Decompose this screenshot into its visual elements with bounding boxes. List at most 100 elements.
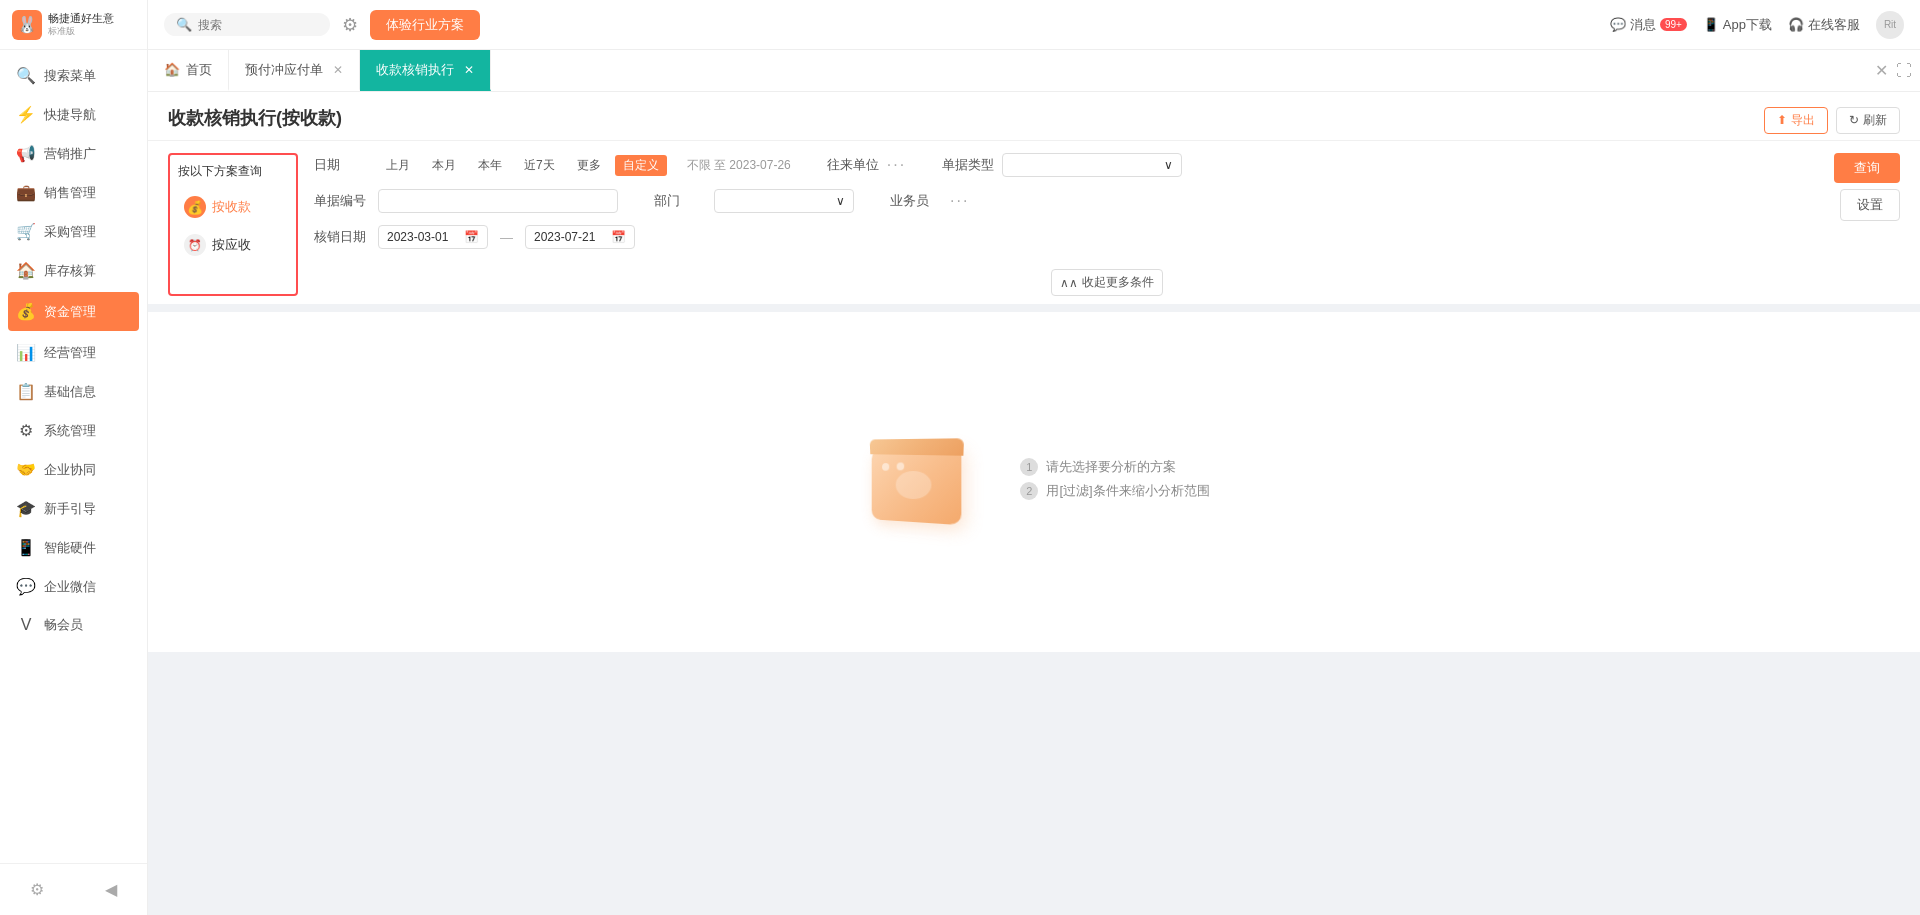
calendar-start-icon: 📅	[464, 230, 479, 244]
bill-no-input[interactable]	[378, 189, 618, 213]
date-btn-custom[interactable]: 自定义	[615, 155, 667, 176]
topbar-gear-icon[interactable]: ⚙	[342, 14, 358, 36]
page-content: 收款核销执行(按收款) ⬆ 导出 ↻ 刷新 按以下方案查询 💰 按收款	[148, 92, 1920, 915]
app-logo: 🐰 畅捷通好生意 标准版	[0, 0, 147, 50]
empty-illustration	[858, 427, 988, 537]
refresh-btn[interactable]: ↻ 刷新	[1836, 107, 1900, 134]
sidebar-icon-8: 📋	[16, 382, 36, 401]
sidebar-menu: 🔍搜索菜单⚡快捷导航📢营销推广💼销售管理🛒采购管理 🏠 库存核算 💰资金管理 📊 经营管理…	[0, 50, 147, 863]
sidebar-label-13: 企业微信	[44, 578, 96, 596]
close-tab-btn[interactable]: ✕	[1875, 61, 1888, 80]
settings-bottom-btn[interactable]: ⚙	[22, 872, 52, 907]
sidebar-item-企业协同[interactable]: 🤝企业协同	[0, 450, 147, 489]
collapse-more-btn[interactable]: ∧∧ 收起更多条件	[1051, 269, 1163, 296]
sidebar-item-畅会员[interactable]: V 畅会员	[0, 606, 147, 644]
sidebar-label-2: 营销推广	[44, 145, 96, 163]
bill-type-chevron-icon: ∨	[1164, 158, 1173, 172]
verify-date-start-input[interactable]: 2023-03-01 📅	[378, 225, 488, 249]
message-label: 消息	[1630, 16, 1656, 34]
query-btn[interactable]: 查询	[1834, 153, 1900, 183]
sidebar-item-系统管理[interactable]: ⚙系统管理	[0, 411, 147, 450]
date-btn-7days[interactable]: 近7天	[516, 155, 563, 176]
sidebar-item-智能硬件[interactable]: 📱智能硬件	[0, 528, 147, 567]
sidebar-item-快捷导航[interactable]: ⚡快捷导航	[0, 95, 147, 134]
user-avatar[interactable]: Rit	[1876, 11, 1904, 39]
staff-dots[interactable]: ···	[950, 192, 969, 210]
date-separator: —	[500, 230, 513, 245]
sidebar-label-7: 经营管理	[44, 344, 96, 362]
bill-type-label: 单据类型	[942, 156, 994, 174]
counterpart-label: 往来单位	[827, 156, 879, 174]
online-service-group[interactable]: 🎧 在线客服	[1788, 16, 1860, 34]
collapse-sidebar-btn[interactable]: ◀	[97, 872, 125, 907]
date-btn-this-year[interactable]: 本年	[470, 155, 510, 176]
export-btn[interactable]: ⬆ 导出	[1764, 107, 1828, 134]
filter-option-receivable-label: 按应收	[212, 236, 251, 254]
filter-row-2: 单据编号 部门 ∨ 业务员 ···	[314, 189, 1900, 213]
sidebar-item-资金管理[interactable]: 💰资金管理	[8, 292, 139, 331]
filter-right-actions: 查询 设置	[1834, 153, 1900, 221]
staff-filter: 业务员 ···	[890, 192, 969, 210]
sidebar-icon-7: 📊	[16, 343, 36, 362]
page-header: 收款核销执行(按收款) ⬆ 导出 ↻ 刷新	[148, 92, 1920, 140]
refresh-icon: ↻	[1849, 113, 1859, 127]
counterpart-dots[interactable]: ···	[887, 156, 906, 174]
filter-option-by-receipt[interactable]: 💰 按收款	[178, 188, 288, 226]
sidebar-bottom: ⚙ ◀	[0, 863, 147, 915]
tab-verify[interactable]: 收款核销执行 ✕	[360, 50, 491, 91]
sidebar-item-企业微信[interactable]: 💬企业微信	[0, 567, 147, 606]
tab-home-label: 首页	[186, 61, 212, 79]
step-1-text: 请先选择要分析的方案	[1046, 458, 1176, 476]
export-icon: ⬆	[1777, 113, 1787, 127]
main-area: 🔍 ⚙ 体验行业方案 💬 消息 99+ 📱 App下载 🎧 在线客服 Rit 🏠	[148, 0, 1920, 915]
sidebar-icon-5: 🏠	[16, 261, 36, 280]
box-lid	[870, 438, 964, 455]
solution-btn[interactable]: 体验行业方案	[370, 10, 480, 40]
sidebar-item-新手引导[interactable]: 🎓新手引导	[0, 489, 147, 528]
sidebar-icon-10: 🤝	[16, 460, 36, 479]
tab-prepay[interactable]: 预付冲应付单 ✕	[229, 50, 360, 91]
filter-option-by-receivable[interactable]: ⏰ 按应收	[178, 226, 288, 264]
date-btn-more[interactable]: 更多	[569, 155, 609, 176]
empty-step-1: 1 请先选择要分析的方案	[1020, 458, 1209, 476]
verify-date-end-input[interactable]: 2023-07-21 📅	[525, 225, 635, 249]
tab-prepay-close-icon[interactable]: ✕	[333, 63, 343, 77]
sidebar-item-采购管理[interactable]: 🛒采购管理	[0, 212, 147, 251]
collapse-chevron-icon: ∧∧	[1060, 276, 1078, 290]
box-eye-right	[897, 462, 905, 470]
dept-select[interactable]: ∨	[714, 189, 854, 213]
sidebar-label-5: 库存核算	[44, 262, 96, 280]
search-box[interactable]: 🔍	[164, 13, 330, 36]
sidebar-label-4: 采购管理	[44, 223, 96, 241]
app-download-icon: 📱	[1703, 17, 1719, 32]
sidebar-item-营销推广[interactable]: 📢营销推广	[0, 134, 147, 173]
app-download-group[interactable]: 📱 App下载	[1703, 16, 1772, 34]
message-group[interactable]: 💬 消息 99+	[1610, 16, 1687, 34]
bill-no-label: 单据编号	[314, 192, 366, 210]
setting-btn[interactable]: 设置	[1840, 189, 1900, 221]
bill-type-select[interactable]: ∨	[1002, 153, 1182, 177]
sidebar-icon-11: 🎓	[16, 499, 36, 518]
fullscreen-btn[interactable]: ⛶	[1896, 62, 1912, 80]
sidebar-label-9: 系统管理	[44, 422, 96, 440]
filter-row-3: 核销日期 2023-03-01 📅 — 2023-07-21 📅	[314, 225, 1900, 249]
sidebar-icon-14: V	[16, 616, 36, 634]
sidebar-label-6: 资金管理	[44, 303, 96, 321]
sidebar-item-库存核算[interactable]: 🏠 库存核算	[0, 251, 147, 290]
date-btn-this-month[interactable]: 本月	[424, 155, 464, 176]
sidebar-item-基础信息[interactable]: 📋基础信息	[0, 372, 147, 411]
sidebar-item-搜索菜单[interactable]: 🔍搜索菜单	[0, 56, 147, 95]
filter-panel: 按以下方案查询 💰 按收款 ⏰ 按应收 查询 设置	[148, 140, 1920, 304]
tab-verify-close-icon[interactable]: ✕	[464, 63, 474, 77]
online-service-label: 在线客服	[1808, 16, 1860, 34]
empty-content: 1 请先选择要分析的方案 2 用[过滤]条件来缩小分析范围	[858, 427, 1209, 537]
tab-home[interactable]: 🏠 首页	[148, 50, 229, 91]
search-input[interactable]	[198, 18, 318, 32]
app-name: 畅捷通好生意	[48, 11, 114, 25]
sidebar-label-14: 畅会员	[44, 616, 83, 634]
sidebar-item-经营管理[interactable]: 📊 经营管理	[0, 333, 147, 372]
date-btn-last-month[interactable]: 上月	[378, 155, 418, 176]
sidebar-item-销售管理[interactable]: 💼销售管理	[0, 173, 147, 212]
calendar-end-icon: 📅	[611, 230, 626, 244]
box-body	[872, 444, 962, 525]
